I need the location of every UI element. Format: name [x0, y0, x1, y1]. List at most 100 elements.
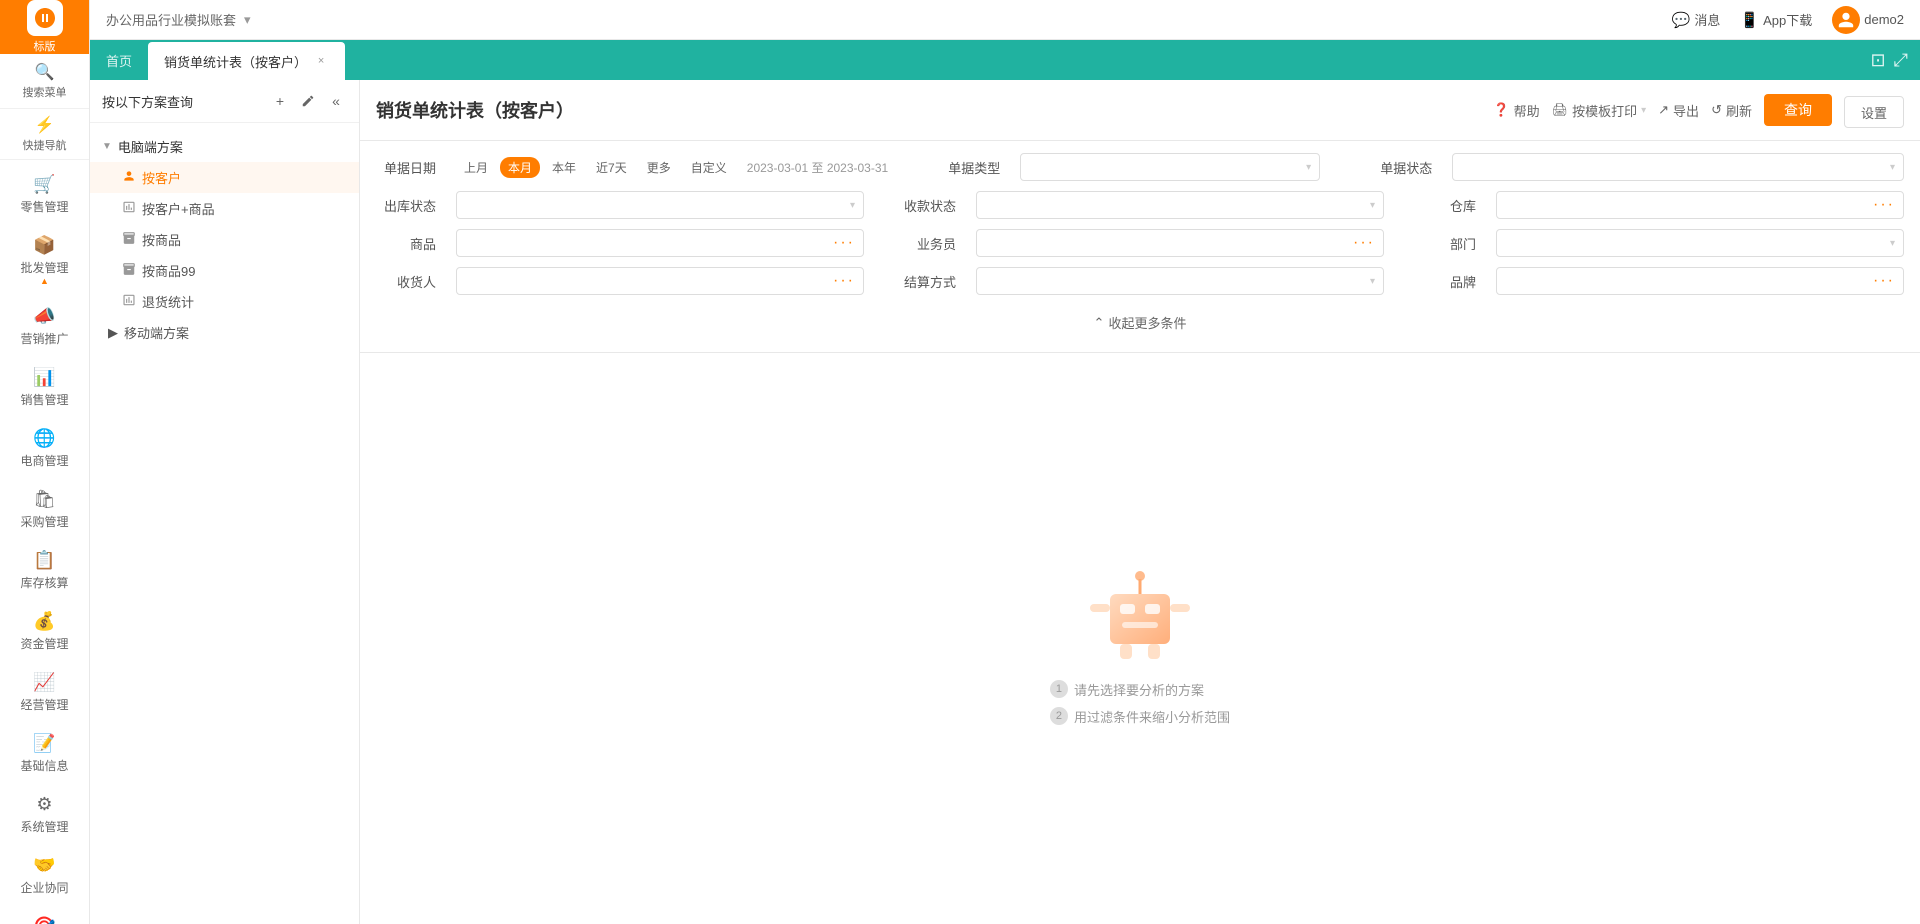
brand-select[interactable]: ···: [1496, 267, 1904, 295]
sidebar-item-ecommerce[interactable]: 🌐 电商管理: [0, 418, 89, 479]
sidebar-item-finance[interactable]: 💰 资金管理: [0, 601, 89, 662]
user-profile[interactable]: demo2: [1832, 6, 1904, 34]
tree-item-by-customer-label: 按客户: [142, 168, 181, 187]
date-label: 单据日期: [376, 158, 436, 177]
system-icon: ⚙: [36, 794, 52, 815]
date-this-month[interactable]: 本月: [500, 157, 540, 178]
scheme-collapse-button[interactable]: «: [325, 90, 347, 112]
setting-button[interactable]: 设置: [1844, 96, 1904, 128]
empty-num-2: 2: [1050, 707, 1068, 725]
scheme-edit-button[interactable]: [297, 90, 319, 112]
tab-close-icon[interactable]: ×: [313, 53, 329, 69]
page-title: 销货单统计表（按客户）: [376, 97, 574, 123]
sidebar-item-retail[interactable]: 🛒 零售管理: [0, 164, 89, 225]
sidebar-quick-nav-label: 快捷导航: [23, 137, 67, 153]
sidebar-item-inventory[interactable]: 📋 库存核算: [0, 540, 89, 601]
brand-label: 品牌: [1416, 272, 1476, 291]
sidebar-item-newbie[interactable]: 🎯 新手引导: [0, 906, 89, 924]
tree-item-by-customer-goods[interactable]: 按客户+商品: [90, 193, 359, 224]
sidebar-item-operation[interactable]: 📈 经营管理: [0, 662, 89, 723]
empty-num-1: 1: [1050, 680, 1068, 698]
doc-status-label: 单据状态: [1372, 158, 1432, 177]
date-range-display: 2023-03-01 至 2023-03-31: [747, 159, 888, 176]
salesperson-select[interactable]: ···: [976, 229, 1384, 257]
dept-chevron-icon: ▾: [1890, 238, 1895, 249]
sidebar-search-item[interactable]: 🔍 搜索菜单: [0, 54, 89, 109]
collapse-label: 收起更多条件: [1108, 313, 1186, 332]
export-button[interactable]: ↗ 导出: [1658, 101, 1699, 120]
sidebar-item-marketing[interactable]: 📣 营销推广: [0, 296, 89, 357]
sidebar-item-system[interactable]: ⚙ 系统管理: [0, 784, 89, 845]
tree-item-by-goods99[interactable]: 按商品99: [90, 255, 359, 286]
doc-status-select[interactable]: ▾: [1452, 153, 1904, 181]
sidebar-item-basic[interactable]: 📝 基础信息: [0, 723, 89, 784]
topbar-dropdown-icon[interactable]: ▾: [244, 12, 251, 28]
date-last7[interactable]: 近7天: [588, 157, 635, 178]
receipt-status-select[interactable]: ▾: [976, 191, 1384, 219]
empty-hint-1-text: 请先选择要分析的方案: [1074, 680, 1204, 699]
goods-select[interactable]: ···: [456, 229, 864, 257]
tab-sales-stats-label: 销货单统计表（按客户）: [164, 52, 307, 71]
date-last-month[interactable]: 上月: [456, 157, 496, 178]
help-button[interactable]: ❓ 帮助: [1493, 101, 1539, 120]
date-more[interactable]: 更多: [639, 157, 679, 178]
marketing-icon: 📣: [33, 306, 55, 327]
doc-type-label: 单据类型: [940, 158, 1000, 177]
page-header: 销货单统计表（按客户） ❓ 帮助 🖨 按模板打印 ▾ ↗ 导出: [360, 80, 1920, 141]
enterprise-icon: 🤝: [33, 855, 55, 876]
operation-icon: 📈: [33, 672, 55, 693]
print-label: 按模板打印: [1572, 101, 1637, 120]
dept-select[interactable]: ▾: [1496, 229, 1904, 257]
date-this-year[interactable]: 本年: [544, 157, 584, 178]
date-custom[interactable]: 自定义: [683, 157, 735, 178]
tree-item-return-stats[interactable]: 退货统计: [90, 286, 359, 317]
settlement-select[interactable]: ▾: [976, 267, 1384, 295]
sidebar-item-sales[interactable]: 📊 销售管理: [0, 357, 89, 418]
out-status-chevron-icon: ▾: [850, 200, 855, 211]
tab-home[interactable]: 首页: [90, 40, 148, 80]
doc-type-select[interactable]: ▾: [1020, 153, 1320, 181]
doc-status-chevron-icon: ▾: [1890, 162, 1895, 173]
sidebar-item-enterprise[interactable]: 🤝 企业协同: [0, 845, 89, 906]
app-download-label: App下载: [1763, 10, 1812, 29]
sidebar-item-purchase[interactable]: 🛍 采购管理: [0, 479, 89, 540]
receiver-select[interactable]: ···: [456, 267, 864, 295]
sidebar-item-system-label: 系统管理: [20, 818, 68, 835]
refresh-button[interactable]: ↺ 刷新: [1711, 101, 1752, 120]
out-status-select[interactable]: ▾: [456, 191, 864, 219]
app-download-button[interactable]: 📱 App下载: [1740, 10, 1812, 29]
sidebar-item-wholesale[interactable]: 📦 批发管理 ▲: [0, 225, 89, 296]
empty-hint-2-text: 用过滤条件来缩小分析范围: [1074, 707, 1230, 726]
tree-group-pc-header[interactable]: ▼ 电脑端方案: [90, 131, 359, 162]
print-dropdown-icon: ▾: [1641, 105, 1646, 116]
sales-icon: 📊: [33, 367, 55, 388]
tree-item-by-goods-label: 按商品: [142, 230, 181, 249]
scheme-add-button[interactable]: +: [269, 90, 291, 112]
query-button[interactable]: 查询: [1764, 94, 1832, 126]
tab-restore-icon[interactable]: ⊡: [1871, 50, 1886, 71]
tab-actions: ⊡ ⤢: [1871, 50, 1920, 71]
sidebar-logo[interactable]: 标版: [0, 0, 90, 54]
tree-item-by-goods[interactable]: 按商品: [90, 224, 359, 255]
collapse-bar[interactable]: ⌃ 收起更多条件: [376, 305, 1904, 340]
brand-dots: ···: [1873, 272, 1895, 290]
print-button[interactable]: 🖨 按模板打印 ▾: [1552, 101, 1647, 120]
tab-sales-stats[interactable]: 销货单统计表（按客户） ×: [148, 42, 345, 80]
receipt-status-label: 收款状态: [896, 196, 956, 215]
tab-maximize-icon[interactable]: ⤢: [1894, 50, 1908, 71]
sidebar: 标版 🔍 搜索菜单 ⚡ 快捷导航 🛒 零售管理 📦 批发管理 ▲ 📣 营销推广 …: [0, 0, 90, 924]
sidebar-quick-nav[interactable]: ⚡ 快捷导航: [0, 109, 89, 160]
scheme-panel: 按以下方案查询 + « ▼ 电脑端方案: [90, 80, 360, 924]
sidebar-search-label: 搜索菜单: [23, 84, 67, 100]
message-button[interactable]: 💬 消息: [1672, 10, 1721, 29]
export-label: 导出: [1673, 101, 1699, 120]
refresh-icon: ↺: [1711, 102, 1722, 118]
warehouse-select[interactable]: ···: [1496, 191, 1904, 219]
settlement-label: 结算方式: [896, 272, 956, 291]
tree-group-mobile-header[interactable]: ▶ 移动端方案: [90, 317, 359, 348]
tree-item-by-goods99-label: 按商品99: [142, 261, 195, 280]
scheme-tree: ▼ 电脑端方案 按客户 按客户+商品: [90, 123, 359, 924]
out-status-label: 出库状态: [376, 196, 436, 215]
tree-item-by-customer[interactable]: 按客户: [90, 162, 359, 193]
sidebar-item-purchase-label: 采购管理: [20, 513, 68, 530]
